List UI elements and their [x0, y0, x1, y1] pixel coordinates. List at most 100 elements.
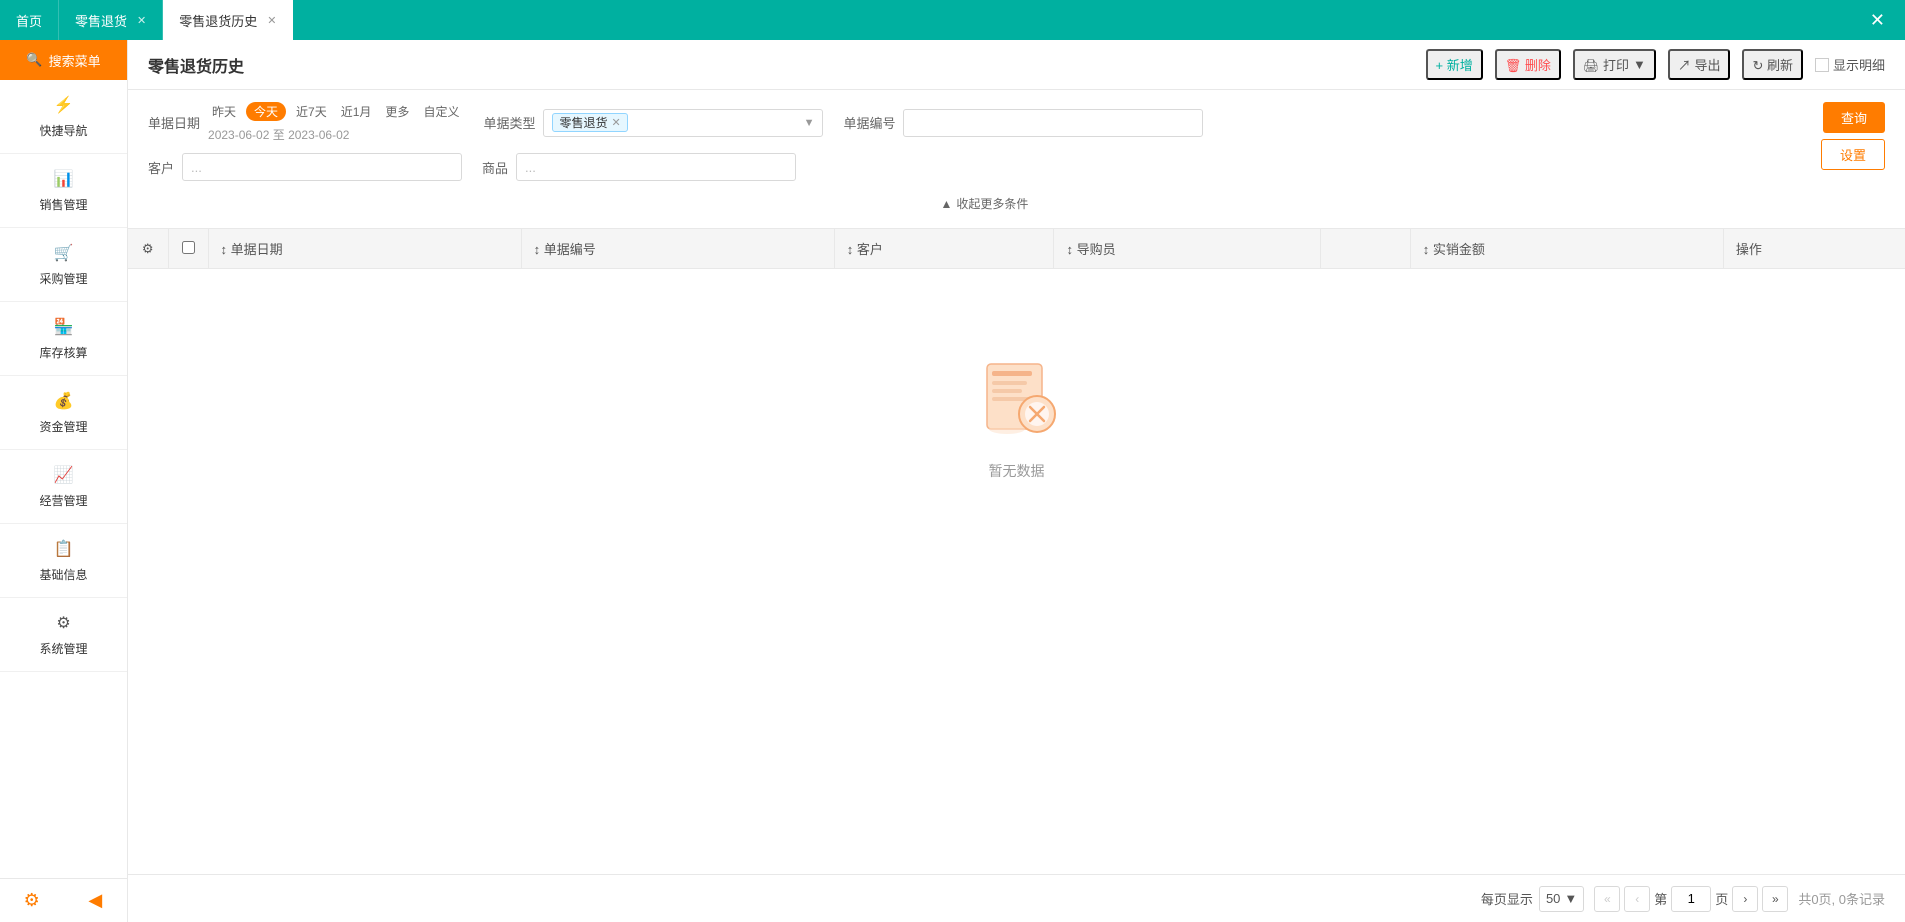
- th-actual-amount: ↕ 实销金额: [1410, 229, 1723, 269]
- bill-type-tag: 零售退货 ✕: [552, 113, 627, 132]
- goods-filter-group: 商品 ...: [482, 153, 796, 181]
- bill-type-filter-group: 单据类型 零售退货 ✕ ▼: [483, 109, 823, 137]
- th-customer-label: ↕ 客户: [847, 239, 883, 258]
- date-shortcut-1[interactable]: 今天: [246, 102, 286, 121]
- page-nav: « ‹ 第 1 页 › »: [1594, 886, 1788, 912]
- settings-icon[interactable]: ⚙: [142, 241, 154, 256]
- th-guide: ↕ 导购员: [1054, 229, 1320, 269]
- set-button[interactable]: 设置: [1821, 139, 1885, 170]
- th-bill-number-label: ↕ 单据编号: [534, 239, 596, 258]
- sidebar-item-sales-mgmt[interactable]: 📊 销售管理: [0, 154, 127, 228]
- sidebar-item-purchase-mgmt[interactable]: 🛒 采购管理: [0, 228, 127, 302]
- customer-label: 客户: [148, 158, 174, 177]
- top-bar: 首页零售退货✕零售退货历史✕ ✕: [0, 0, 1905, 40]
- refresh-button[interactable]: ↻ 刷新: [1742, 49, 1803, 80]
- page-size-select: 每页显示 50 ▼: [1481, 886, 1584, 912]
- sidebar-item-operations[interactable]: 📈 经营管理: [0, 450, 127, 524]
- table-body: 暂无数据: [128, 269, 1905, 562]
- window-close-button[interactable]: ✕: [1862, 6, 1893, 35]
- sidebar-search[interactable]: 🔍 搜索菜单: [0, 40, 127, 80]
- new-button[interactable]: + 新增: [1426, 49, 1483, 80]
- page-prefix-label: 第: [1654, 889, 1667, 908]
- empty-state: 暂无数据: [128, 269, 1905, 561]
- th-guide-label: ↕ 导购员: [1066, 239, 1115, 258]
- sidebar-icon-finance: 💰: [53, 390, 75, 412]
- sidebar-label-purchase-mgmt: 采购管理: [39, 270, 87, 287]
- table-container: ⚙ ↕ 单据日期 ↕ 单据编号: [128, 229, 1905, 874]
- customer-select[interactable]: ...: [182, 153, 462, 181]
- date-range-display: 2023-06-02 至 2023-06-02: [208, 126, 463, 143]
- th-guide-sort[interactable]: ↕ 导购员: [1066, 239, 1307, 258]
- query-button[interactable]: 查询: [1823, 102, 1885, 133]
- page-title: 零售退货历史: [148, 53, 244, 77]
- sidebar-collapse-button[interactable]: ◀: [64, 879, 128, 922]
- collapse-button[interactable]: ▲ 收起更多条件: [148, 191, 1821, 216]
- date-shortcut-5[interactable]: 自定义: [419, 102, 463, 121]
- th-bill-date-label: ↕ 单据日期: [221, 239, 283, 258]
- next-page-button[interactable]: ›: [1732, 886, 1758, 912]
- header-actions: + 新增 🗑 删除 🖨 打印 ▼ ↗ 导出 ↻ 刷新 显示明细: [1426, 49, 1886, 80]
- collapse-up-icon: ▲: [941, 197, 953, 211]
- export-button[interactable]: ↗ 导出: [1668, 49, 1731, 80]
- sidebar-item-finance[interactable]: 💰 资金管理: [0, 376, 127, 450]
- th-bill-number-sort[interactable]: ↕ 单据编号: [534, 239, 822, 258]
- sidebar-icon-operations: 📈: [53, 464, 75, 486]
- customer-placeholder: ...: [191, 160, 202, 175]
- show-detail-checkbox[interactable]: [1815, 58, 1829, 72]
- filter-main-row: 单据日期 昨天今天近7天近1月更多自定义 2023-06-02 至 2023-0…: [148, 102, 1885, 216]
- sidebar-label-sys-mgmt: 系统管理: [39, 640, 87, 657]
- filter-row-1: 单据日期 昨天今天近7天近1月更多自定义 2023-06-02 至 2023-0…: [148, 102, 1821, 143]
- bill-type-select[interactable]: 零售退货 ✕ ▼: [543, 109, 823, 137]
- date-shortcut-0[interactable]: 昨天: [208, 102, 240, 121]
- bill-type-arrow-icon: ▼: [804, 117, 815, 129]
- page-size-dropdown[interactable]: 50 ▼: [1539, 886, 1584, 912]
- delete-button[interactable]: 🗑 删除: [1495, 49, 1561, 80]
- first-page-button[interactable]: «: [1594, 886, 1620, 912]
- th-customer-sort[interactable]: ↕ 客户: [847, 239, 1042, 258]
- show-detail-label-text: 显示明细: [1833, 55, 1885, 74]
- tab-label-home: 首页: [16, 11, 42, 30]
- th-checkbox[interactable]: [168, 229, 208, 269]
- sidebar-label-operations: 经营管理: [39, 492, 87, 509]
- sidebar-icon-sys-mgmt: ⚙: [53, 612, 75, 634]
- show-detail-toggle[interactable]: 显示明细: [1815, 55, 1885, 74]
- sidebar-item-quick-nav[interactable]: ⚡ 快捷导航: [0, 80, 127, 154]
- collapse-icon: ◀: [88, 890, 102, 911]
- th-settings[interactable]: ⚙: [128, 229, 168, 269]
- select-all-checkbox[interactable]: [182, 241, 195, 254]
- tab-retail-return[interactable]: 零售退货✕: [59, 0, 163, 40]
- sidebar-icon-quick-nav: ⚡: [53, 94, 75, 116]
- bill-number-input[interactable]: [903, 109, 1203, 137]
- sidebar-label-inventory: 库存核算: [39, 344, 87, 361]
- tab-close-retail-return[interactable]: ✕: [137, 14, 146, 27]
- date-shortcut-3[interactable]: 近1月: [337, 102, 376, 121]
- per-page-value: 50: [1546, 891, 1560, 906]
- tab-retail-return-history[interactable]: 零售退货历史✕: [163, 0, 293, 40]
- prev-page-button[interactable]: ‹: [1624, 886, 1650, 912]
- date-shortcuts: 昨天今天近7天近1月更多自定义: [208, 102, 463, 121]
- date-shortcut-4[interactable]: 更多: [381, 102, 413, 121]
- th-actual-amount-sort[interactable]: ↕ 实销金额: [1423, 239, 1711, 258]
- print-button[interactable]: 🖨 打印 ▼: [1573, 49, 1656, 80]
- last-page-button[interactable]: »: [1762, 886, 1788, 912]
- per-page-label: 每页显示: [1481, 889, 1533, 908]
- goods-select[interactable]: ...: [516, 153, 796, 181]
- sidebar-item-basic-info[interactable]: 📋 基础信息: [0, 524, 127, 598]
- bill-type-tag-close[interactable]: ✕: [611, 116, 620, 129]
- tab-close-retail-return-history[interactable]: ✕: [267, 14, 276, 27]
- date-shortcut-2[interactable]: 近7天: [292, 102, 331, 121]
- goods-placeholder: ...: [525, 160, 536, 175]
- th-bill-date-sort[interactable]: ↕ 单据日期: [221, 239, 509, 258]
- page-number-input[interactable]: 1: [1671, 886, 1711, 912]
- date-filter: 昨天今天近7天近1月更多自定义 2023-06-02 至 2023-06-02: [208, 102, 463, 143]
- sidebar-item-inventory[interactable]: 🏪 库存核算: [0, 302, 127, 376]
- sidebar-label-sales-mgmt: 销售管理: [39, 196, 87, 213]
- th-actual-amount-label: ↕ 实销金额: [1423, 239, 1485, 258]
- sidebar-settings-button[interactable]: ⚙: [0, 879, 64, 922]
- sidebar-item-sys-mgmt[interactable]: ⚙ 系统管理: [0, 598, 127, 672]
- table-header: ⚙ ↕ 单据日期 ↕ 单据编号: [128, 229, 1905, 269]
- tab-home[interactable]: 首页: [0, 0, 59, 40]
- pagination-bar: 每页显示 50 ▼ « ‹ 第 1 页 › » 共0页, 0条记录: [128, 874, 1905, 922]
- page-suffix-label: 页: [1715, 889, 1728, 908]
- sidebar-icon-purchase-mgmt: 🛒: [53, 242, 75, 264]
